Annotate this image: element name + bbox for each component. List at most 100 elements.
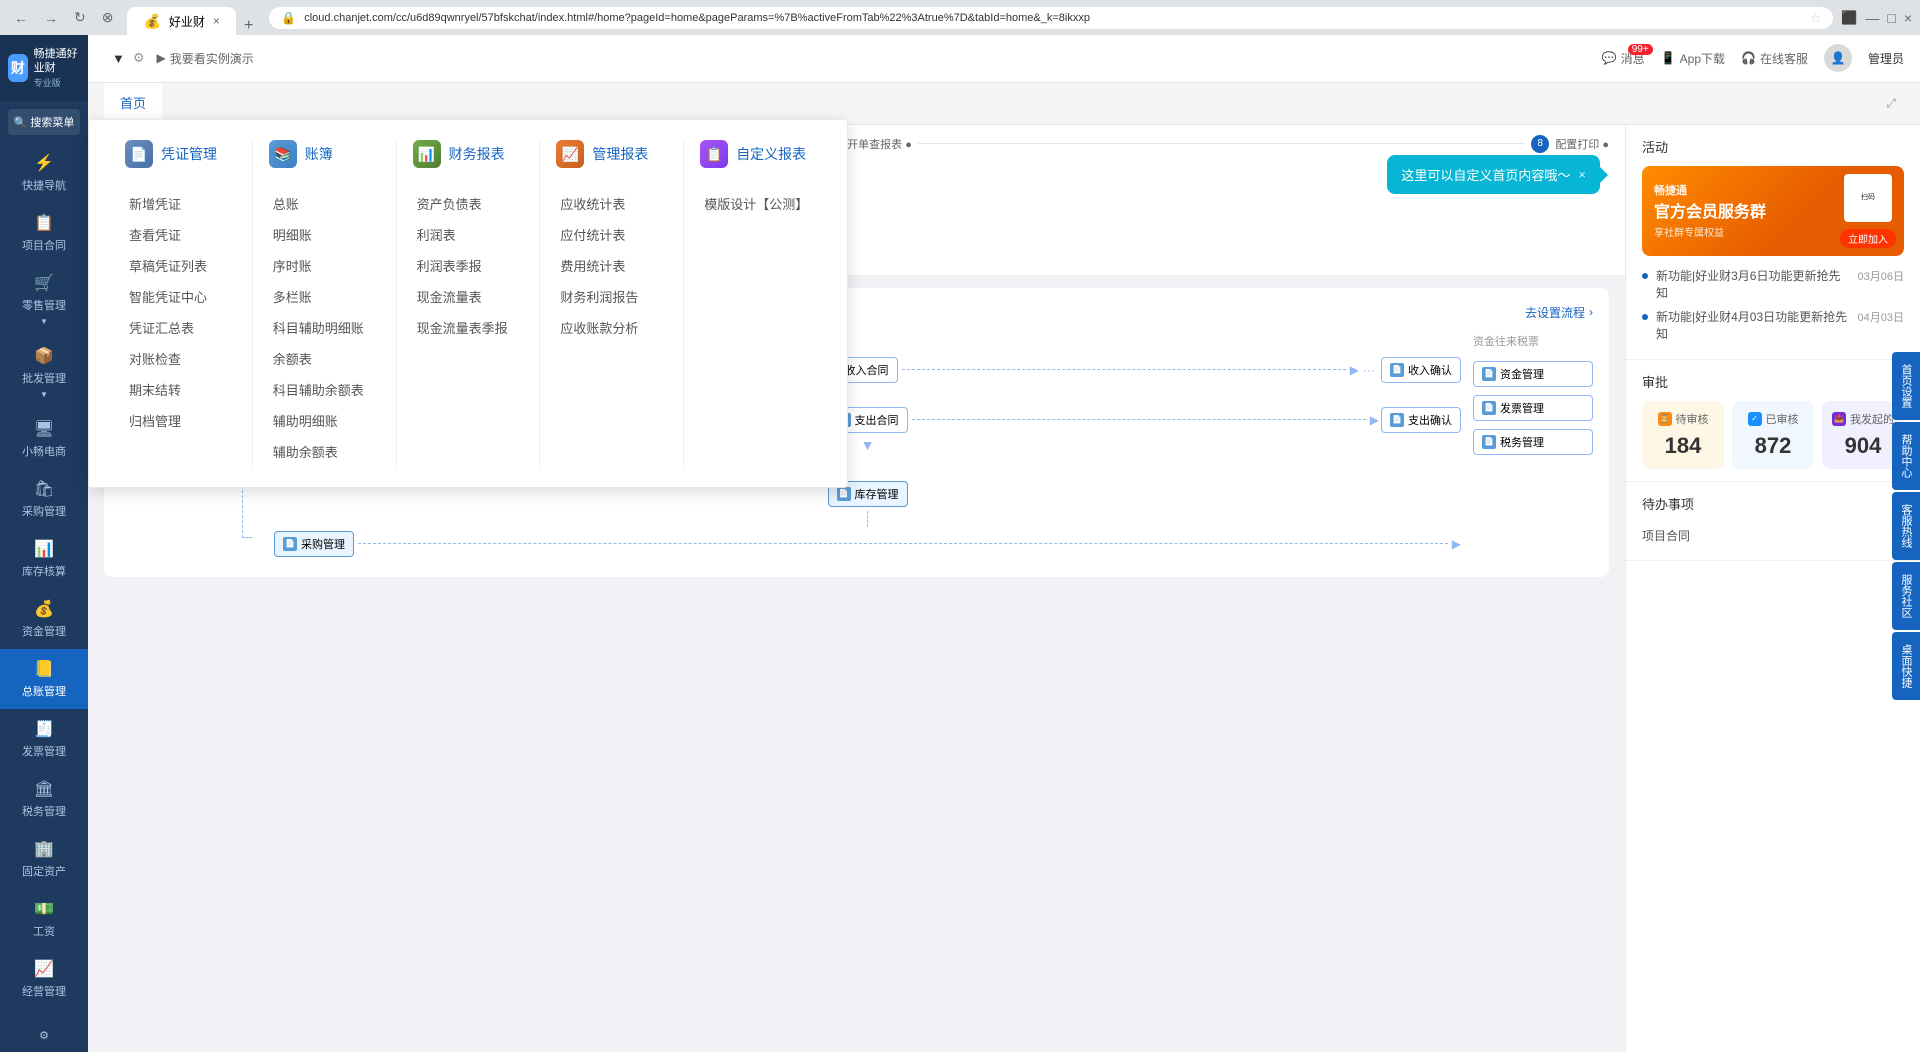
quick-community[interactable]: 服务社区 (1892, 562, 1920, 630)
menu-item-detail[interactable]: 明细账 (269, 219, 380, 250)
menu-item-voucher-summary[interactable]: 凭证汇总表 (125, 312, 236, 343)
approval-pending-card[interactable]: ⏳ 待审核 184 (1642, 401, 1724, 469)
menu-item-expense-stat[interactable]: 费用统计表 (556, 250, 667, 281)
purchase-node[interactable]: 📄 采购管理 (274, 531, 354, 557)
menu-item-aux-balance[interactable]: 辅助余额表 (269, 436, 380, 467)
menu-item-balance-sheet[interactable]: 资产负债表 (413, 188, 524, 219)
browser-actions: ⬛ — □ × (1841, 10, 1912, 26)
wholesale-expand-icon: ▼ (40, 390, 48, 399)
menu-item-cashflow[interactable]: 现金流量表 (413, 281, 524, 312)
menu-item-aux-detail[interactable]: 辅助明细账 (269, 405, 380, 436)
quick-home-settings[interactable]: 首页设置 (1892, 352, 1920, 420)
nav-back-button[interactable]: ← (8, 7, 34, 28)
tab-close-button[interactable]: × (213, 14, 220, 28)
sidebar-item-shortcut[interactable]: ⚡ 快捷导航 (0, 143, 88, 203)
browser-nav[interactable]: ← → ↻ ⊗ (8, 7, 119, 28)
tax-mgr-node[interactable]: 📄 税务管理 (1473, 429, 1593, 455)
quick-help-center[interactable]: 帮助中心 (1892, 422, 1920, 490)
quick-service[interactable]: 客服热线 (1892, 492, 1920, 560)
sidebar-item-capital[interactable]: 💰 资金管理 (0, 589, 88, 649)
search-menu-button[interactable]: 🔍 搜索菜单 (8, 109, 80, 135)
arrow-icon: › (1589, 305, 1593, 319)
menu-item-general[interactable]: 总账 (269, 188, 380, 219)
menu-item-balance[interactable]: 余额表 (269, 343, 380, 374)
tab-expand-button[interactable]: ⤢ (1878, 88, 1904, 119)
invoice-mgr-node[interactable]: 📄 发票管理 (1473, 395, 1593, 421)
user-avatar[interactable]: 👤 (1824, 44, 1852, 72)
sidebar-item-project[interactable]: 📋 项目合同 (0, 203, 88, 263)
menu-item-payable-stat[interactable]: 应付统计表 (556, 219, 667, 250)
menu-item-new-voucher[interactable]: 新增凭证 (125, 188, 236, 219)
sidebar-item-wholesale[interactable]: 📦 批发管理 ▼ (0, 336, 88, 409)
sidebar-item-eshop[interactable]: 🖥 小畅电商 (0, 409, 88, 469)
new-tab-button[interactable]: + (236, 17, 261, 35)
sidebar-item-invoice[interactable]: 🧾 发票管理 (0, 709, 88, 769)
tab-home[interactable]: 首页 (104, 83, 162, 124)
revenue-confirm-node[interactable]: 📄 收入确认 (1381, 357, 1461, 383)
nav-forward-button[interactable]: → (38, 7, 64, 28)
sidebar-item-salary[interactable]: 💵 工资 (0, 889, 88, 949)
nav-delete-button[interactable]: ⊗ (96, 7, 120, 28)
menu-item-reconcile[interactable]: 对账检查 (125, 343, 236, 374)
ledger-title: 账簿 (305, 144, 333, 164)
news-list: 新功能|好业财3月6日功能更新抢先知 03月06日 新功能|好业财4月03日功能… (1642, 264, 1904, 347)
activity-title: 活动 (1642, 137, 1904, 156)
extensions-button[interactable]: ⬛ (1841, 10, 1857, 26)
sidebar-item-marketing[interactable]: 🧮 小畅报销 (0, 1009, 88, 1019)
sidebar-settings-button[interactable]: ⚙ (0, 1019, 88, 1052)
sidebar-item-retail[interactable]: 🛒 零售管理 ▼ (0, 263, 88, 336)
news-item-2[interactable]: 新功能|好业财4月03日功能更新抢先知 04月03日 (1642, 305, 1904, 347)
message-button[interactable]: 💬 消息 99+ (1602, 50, 1645, 67)
app-download-button[interactable]: 📱 App下载 (1661, 50, 1725, 67)
menu-item-period-end[interactable]: 期末结转 (125, 374, 236, 405)
menu-item-smart-center[interactable]: 智能凭证中心 (125, 281, 236, 312)
approval-approved-card[interactable]: ✓ 已审核 872 (1732, 401, 1814, 469)
minimize-button[interactable]: — (1865, 10, 1879, 26)
sidebar-item-assets[interactable]: 🏢 固定资产 (0, 829, 88, 889)
menu-item-subject-balance[interactable]: 科目辅助余额表 (269, 374, 380, 405)
menu-item-cashflow-quarter[interactable]: 现金流量表季报 (413, 312, 524, 343)
sidebar-item-tax[interactable]: 🏛 税务管理 (0, 769, 88, 829)
company-selector[interactable]: ▼ ⚙ (104, 50, 145, 66)
voucher-header: 📄 凭证管理 (125, 140, 236, 176)
menu-item-receivable-analysis[interactable]: 应收账款分析 (556, 312, 667, 343)
star-icon[interactable]: ☆ (1810, 11, 1821, 25)
news-dot-1 (1642, 273, 1648, 279)
setup-flow-link[interactable]: 去设置流程 › (1525, 304, 1593, 321)
menu-item-subject-detail[interactable]: 科目辅助明细账 (269, 312, 380, 343)
news-item-1[interactable]: 新功能|好业财3月6日功能更新抢先知 03月06日 (1642, 264, 1904, 306)
nav-refresh-button[interactable]: ↻ (68, 7, 92, 28)
sidebar-item-purchase[interactable]: 🛍 采购管理 (0, 469, 88, 529)
settings-icon[interactable]: ⚙ (133, 50, 145, 66)
close-button[interactable]: × (1904, 10, 1912, 26)
play-icon: ▶ (157, 51, 166, 65)
menu-item-chrono[interactable]: 序时账 (269, 250, 380, 281)
menu-item-archive[interactable]: 归档管理 (125, 405, 236, 436)
join-button[interactable]: 立即加入 (1840, 229, 1896, 248)
menu-item-multi-col[interactable]: 多栏账 (269, 281, 380, 312)
custom-tip-close-button[interactable]: × (1578, 167, 1586, 182)
maximize-button[interactable]: □ (1887, 10, 1895, 26)
browser-tab-active[interactable]: 💰 好业财 × (127, 7, 235, 35)
sidebar-item-inventory[interactable]: 📊 库存核算 (0, 529, 88, 589)
menu-item-template-design[interactable]: 模版设计【公测】 (700, 188, 811, 219)
demo-link[interactable]: ▶ 我要看实例演示 (157, 50, 254, 67)
custom-header-icon: 📋 (700, 140, 728, 168)
approved-count: 872 (1742, 433, 1804, 459)
accounting-icon: 📒 (34, 659, 54, 679)
menu-item-draft-voucher[interactable]: 草稿凭证列表 (125, 250, 236, 281)
sidebar-item-ops[interactable]: 📈 经营管理 (0, 949, 88, 1009)
pending-item-project[interactable]: 项目合同 (1642, 523, 1904, 548)
service-button[interactable]: 🎧 在线客服 (1741, 50, 1808, 67)
menu-item-profit[interactable]: 利润表 (413, 219, 524, 250)
sidebar-item-accounting[interactable]: 📒 总账管理 (0, 649, 88, 709)
address-bar[interactable]: 🔒 cloud.chanjet.com/cc/u6d89qwnryel/57bf… (269, 7, 1833, 29)
quick-desktop[interactable]: 桌面快捷 (1892, 632, 1920, 700)
menu-item-profit-report[interactable]: 财务利润报告 (556, 281, 667, 312)
activity-text: 畅捷通 官方会员服务群 享社群专属权益 (1654, 182, 1766, 239)
capital-mgr-node[interactable]: 📄 资金管理 (1473, 361, 1593, 387)
menu-item-profit-quarter[interactable]: 利润表季报 (413, 250, 524, 281)
expense-confirm-node[interactable]: 📄 支出确认 (1381, 407, 1461, 433)
menu-item-view-voucher[interactable]: 查看凭证 (125, 219, 236, 250)
menu-item-receivable-stat[interactable]: 应收统计表 (556, 188, 667, 219)
